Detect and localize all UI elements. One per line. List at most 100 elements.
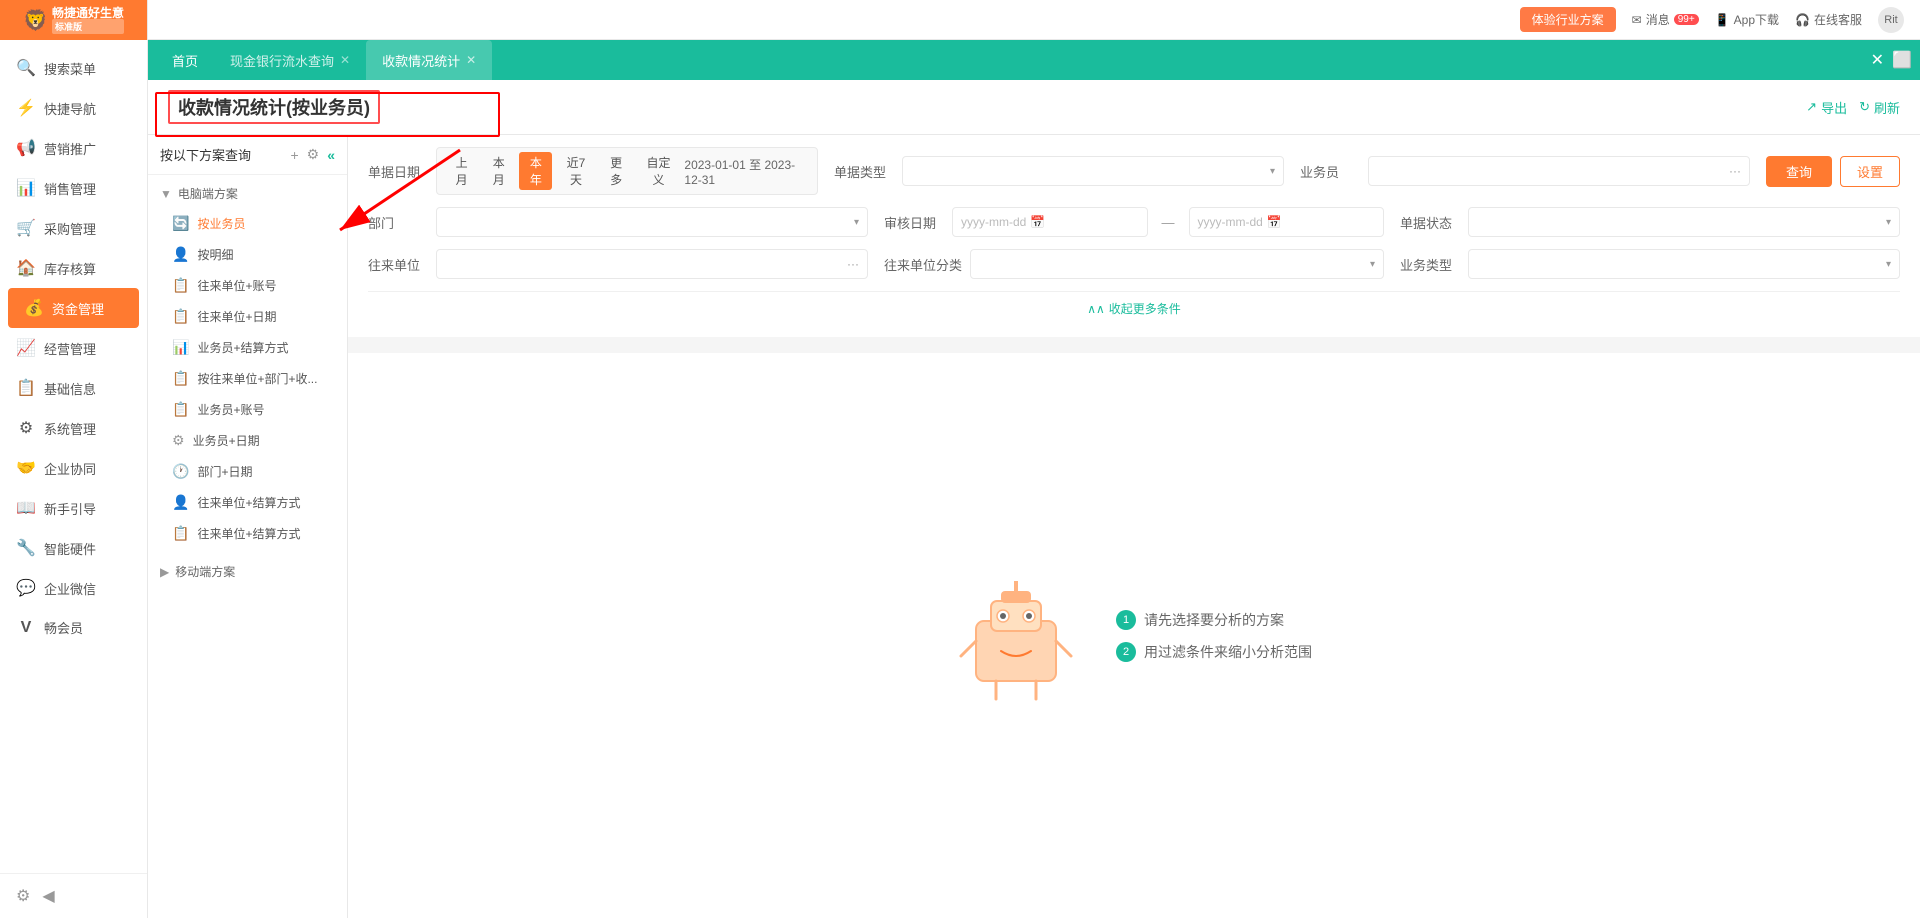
desktop-plan-label: 电脑端方案 [178,185,238,202]
hardware-icon: 🔧 [16,538,36,558]
filter-row-2: 部门 ▾ 审核日期 yyyy-mm-dd 📅 — [368,207,1900,237]
sidebar-item-label: 畅会员 [44,618,83,637]
sidebar-item-label: 销售管理 [44,179,96,198]
message-area: ✉ 消息 99+ [1632,11,1699,28]
panel-header-actions: + ⚙ « [290,146,335,163]
filter-date-item: 单据日期 上月 本月 本年 近7天 更多 自定义 2023-01-01 至 20… [368,147,818,195]
sidebar-item-search[interactable]: 🔍 搜索菜单 [0,48,147,88]
settings-gear-icon[interactable]: ⚙ [16,886,30,906]
filter-doc-type-item: 单据类型 ▾ [834,156,1284,186]
biz-type-select[interactable]: ▾ [1468,249,1900,279]
chevron-down-icon: ▾ [1270,166,1275,177]
doc-type-select[interactable]: ▾ [902,156,1284,186]
sidebar-item-label: 经营管理 [44,339,96,358]
filter-settings-button[interactable]: 设置 [1840,156,1900,187]
partner-cat-arrow-icon: ▾ [1370,259,1375,270]
sidebar-item-sales[interactable]: 📊 销售管理 [0,168,147,208]
more-options-icon: ··· [1729,164,1741,178]
tab-bank-flow[interactable]: 现金银行流水查询 ✕ [214,40,366,80]
plan-item-detail[interactable]: 👤 按明细 [148,239,347,270]
date-range-display: 2023-01-01 至 2023-12-31 [684,156,809,187]
plan-item-partner-settle2[interactable]: 📋 往来单位+结算方式 [148,518,347,549]
plan-item-partner-settle1[interactable]: 👤 往来单位+结算方式 [148,487,347,518]
partner-select[interactable]: ··· [436,249,868,279]
tab-collection-stats-close[interactable]: ✕ [466,53,476,67]
logo-text: 畅捷通好生意 [52,7,124,19]
sidebar-item-label: 企业微信 [44,579,96,598]
sidebar-item-marketing[interactable]: 📢 营销推广 [0,128,147,168]
sidebar-item-label: 库存核算 [44,259,96,278]
main-content: 首页 现金银行流水查询 ✕ 收款情况统计 ✕ ✕ ⬜ 收款情况统计(按业务员) … [148,40,1920,918]
plan-settings-button[interactable]: ⚙ [307,146,320,163]
plan-item-partner-dept[interactable]: 📋 按往来单位+部门+收... [148,363,347,394]
date-btn-lastmonth[interactable]: 上月 [445,152,478,190]
doc-status-select[interactable]: ▾ [1468,207,1900,237]
sidebar-item-purchase[interactable]: 🛒 采购管理 [0,208,147,248]
sales-icon: 📊 [16,178,36,198]
add-plan-button[interactable]: + [290,146,298,163]
tab-home[interactable]: 首页 [156,40,214,80]
sidebar-item-hardware[interactable]: 🔧 智能硬件 [0,528,147,568]
date-btn-custom[interactable]: 自定义 [637,152,681,190]
review-date-start-input[interactable]: yyyy-mm-dd 📅 [952,207,1148,237]
export-button[interactable]: ↗ 导出 [1806,98,1847,117]
refresh-button[interactable]: ↻ 刷新 [1859,98,1900,117]
plan-item-salesman-settlement[interactable]: 📊 业务员+结算方式 [148,332,347,363]
tab-bar: 首页 现金银行流水查询 ✕ 收款情况统计 ✕ ✕ ⬜ [148,40,1920,80]
collapse-panel-button[interactable]: « [327,146,335,163]
date-btn-thismonth[interactable]: 本月 [482,152,515,190]
marketing-icon: 📢 [16,138,36,158]
tab-collection-stats[interactable]: 收款情况统计 ✕ [366,40,492,80]
plan-item-label: 往来单位+结算方式 [197,494,300,511]
sidebar-item-collab[interactable]: 🤝 企业协同 [0,448,147,488]
collapse-filters-button[interactable]: ∧∧ 收起更多条件 [368,291,1900,325]
sidebar-item-system[interactable]: ⚙ 系统管理 [0,408,147,448]
trial-button[interactable]: 体验行业方案 [1520,7,1616,32]
plan-item-salesman-date[interactable]: ⚙ 业务员+日期 [148,425,347,456]
plan-item-partner-date[interactable]: 📋 往来单位+日期 [148,301,347,332]
sidebar-item-inventory[interactable]: 🏠 库存核算 [0,248,147,288]
plan-item-salesman-account[interactable]: 📋 业务员+账号 [148,394,347,425]
plan-item-dept-date[interactable]: 🕐 部门+日期 [148,456,347,487]
panel-header: 按以下方案查询 + ⚙ « [148,135,347,175]
sidebar-item-label: 基础信息 [44,379,96,398]
empty-state: 1 请先选择要分析的方案 2 用过滤条件来缩小分析范围 [348,353,1920,918]
sidebar-item-wechat[interactable]: 💬 企业微信 [0,568,147,608]
plan-item-by-salesman[interactable]: 🔄 按业务员 [148,208,347,239]
tab-bank-flow-close[interactable]: ✕ [340,53,350,67]
collapse-sidebar-icon[interactable]: ◀ [42,886,54,906]
online-service[interactable]: 🎧 在线客服 [1795,11,1862,28]
partner-category-select[interactable]: ▾ [970,249,1384,279]
date-label: 单据日期 [368,162,428,181]
window-maximize-icon[interactable]: ⬜ [1892,50,1912,70]
biz-type-arrow-icon: ▾ [1886,259,1891,270]
plan-section-mobile-header[interactable]: ▶ 移动端方案 [148,557,347,586]
date-btn-thisyear[interactable]: 本年 [519,152,552,190]
plan-section-desktop-header[interactable]: ▼ 电脑端方案 [148,179,347,208]
plan-item-label: 业务员+账号 [197,401,264,418]
window-close-icon[interactable]: ✕ [1871,50,1884,70]
review-date-end-input[interactable]: yyyy-mm-dd 📅 [1189,207,1385,237]
plan-item-icon-pd: 📋 [172,308,189,325]
placeholder-text: yyyy-mm-dd [961,215,1026,229]
page-title: 收款情况统计(按业务员) [168,90,380,124]
plan-item-partner-account[interactable]: 📋 往来单位+账号 [148,270,347,301]
sidebar-item-basic[interactable]: 📋 基础信息 [0,368,147,408]
sidebar-item-finance[interactable]: 💰 资金管理 [8,288,139,328]
date-btn-7days[interactable]: 近7天 [556,152,595,190]
app-download[interactable]: 📱 App下载 [1715,11,1779,28]
date-btn-more[interactable]: 更多 [600,152,633,190]
plan-item-label: 业务员+日期 [193,432,260,449]
query-button[interactable]: 查询 [1766,156,1832,187]
sidebar-item-member[interactable]: V 畅会员 [0,608,147,647]
dept-select[interactable]: ▾ [436,207,868,237]
sidebar-item-guide[interactable]: 📖 新手引导 [0,488,147,528]
user-avatar[interactable]: Rit [1878,7,1904,33]
plan-item-icon-ps2: 📋 [172,525,189,542]
message-icon: ✉ [1632,13,1642,27]
sidebar-item-operations[interactable]: 📈 经营管理 [0,328,147,368]
calendar-icon2: 📅 [1267,215,1282,229]
empty-steps: 1 请先选择要分析的方案 2 用过滤条件来缩小分析范围 [1116,610,1312,662]
salesman-select[interactable]: ··· [1368,156,1750,186]
sidebar-item-quicknav[interactable]: ⚡ 快捷导航 [0,88,147,128]
